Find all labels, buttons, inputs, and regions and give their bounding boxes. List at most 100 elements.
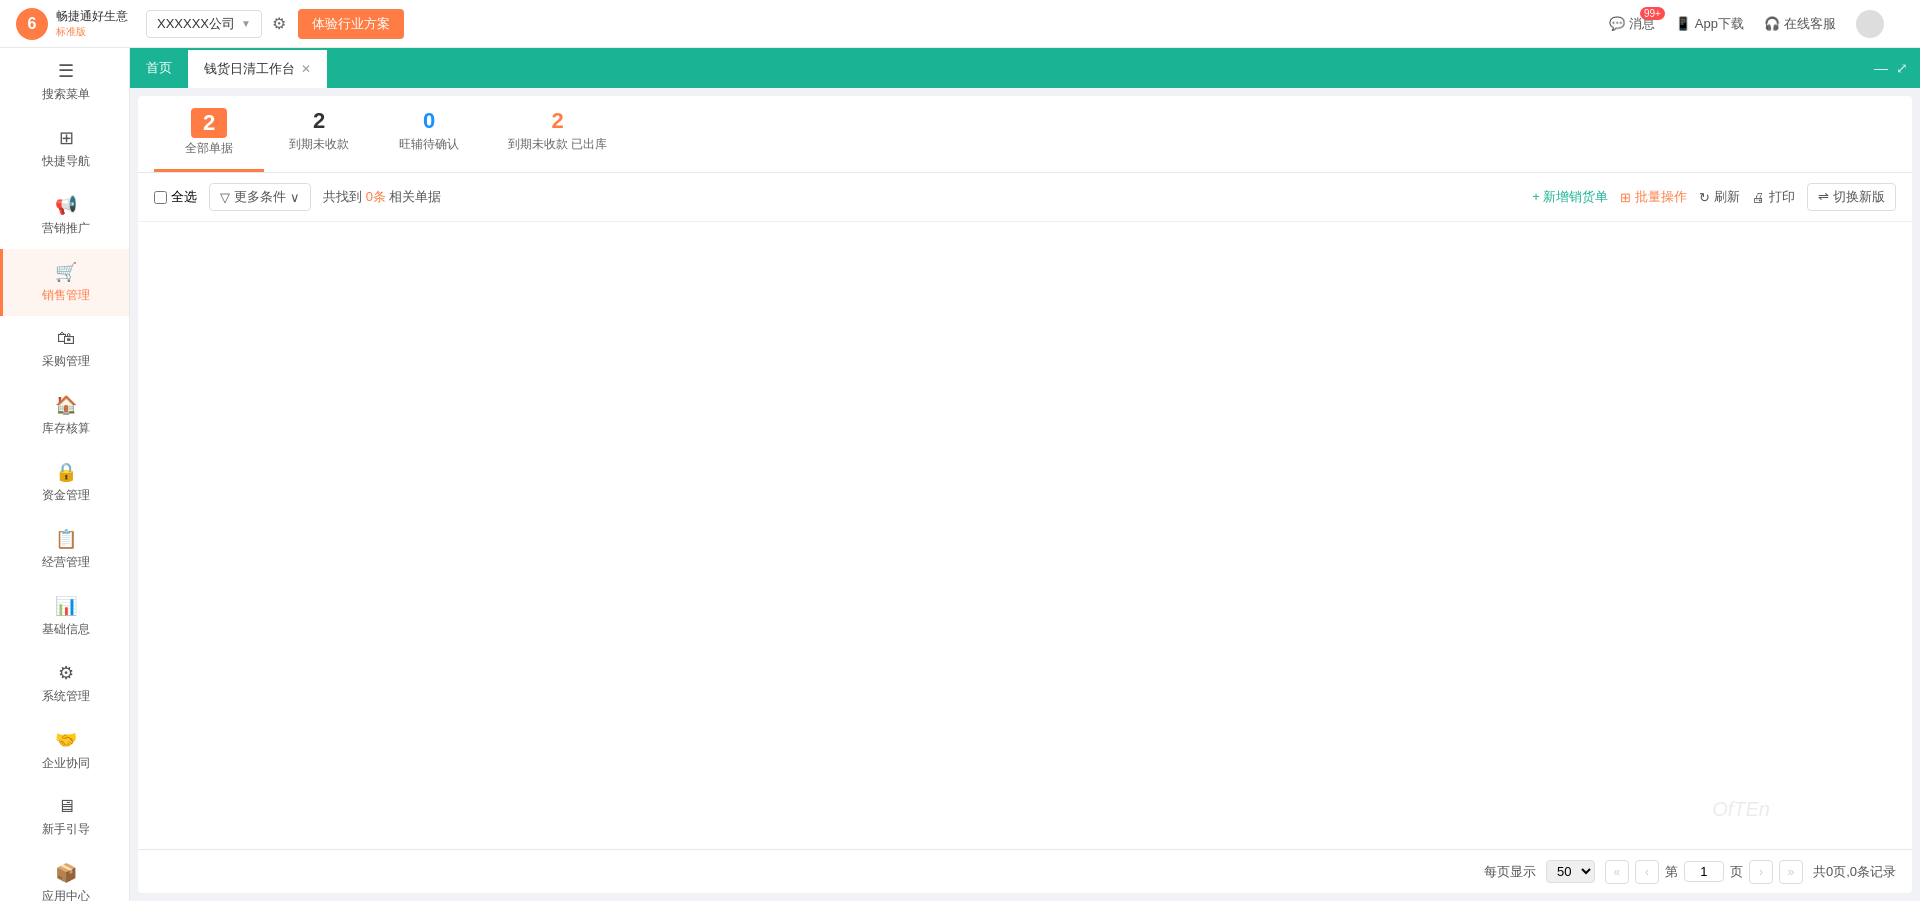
sidebar-label-finance: 资金管理 — [42, 487, 90, 504]
last-page-button[interactable]: » — [1779, 860, 1803, 884]
stat-tab-pending[interactable]: 0 旺辅待确认 — [374, 96, 484, 172]
sidebar-label-search: 搜索菜单 — [42, 86, 90, 103]
print-button[interactable]: 🖨 打印 — [1752, 188, 1795, 206]
app-download-button[interactable]: 📱 App下载 — [1675, 15, 1744, 33]
switch-version-button[interactable]: ⇌ 切换新版 — [1807, 183, 1896, 211]
sidebar-label-purchase: 采购管理 — [42, 353, 90, 370]
filter-icon: ▽ — [220, 190, 230, 205]
tab-home-label: 首页 — [146, 59, 172, 77]
stat-label-overdue: 到期未收款 — [289, 136, 349, 153]
sidebar-label-app-center: 应用中心 — [42, 888, 90, 901]
operations-icon: 📋 — [55, 528, 77, 550]
sidebar-item-guide[interactable]: 🖥 新手引导 — [0, 784, 129, 850]
prev-page-button[interactable]: ‹ — [1635, 860, 1659, 884]
sidebar-label-marketing: 营销推广 — [42, 220, 90, 237]
marketing-icon: 📢 — [55, 194, 77, 216]
sidebar-item-inventory[interactable]: 🏠 库存核算 — [0, 382, 129, 449]
sales-icon: 🛒 — [55, 261, 77, 283]
avatar[interactable] — [1856, 10, 1884, 38]
batch-operations-button[interactable]: ⊞ 批量操作 — [1620, 188, 1687, 206]
page-number-input[interactable] — [1684, 861, 1724, 882]
tab-bar: 首页 钱货日清工作台 ✕ — ⤢ — [130, 48, 1920, 88]
tab-bar-right: — ⤢ — [1874, 60, 1920, 76]
stat-num-all: 2 — [191, 108, 227, 138]
sidebar-item-enterprise[interactable]: 🤝 企业协同 — [0, 717, 129, 784]
sidebar-item-app-center[interactable]: 📦 应用中心 — [0, 850, 129, 901]
refresh-icon: ↻ — [1699, 190, 1710, 205]
tab-close-icon[interactable]: ✕ — [301, 62, 311, 76]
logo-area: 6 畅捷通好生意 标准版 — [16, 8, 146, 40]
finance-icon: 🔒 — [55, 461, 77, 483]
maximize-icon[interactable]: ⤢ — [1896, 60, 1908, 76]
table-area — [138, 222, 1912, 849]
chevron-down-icon: ▼ — [241, 18, 251, 29]
sidebar-label-quick-nav: 快捷导航 — [42, 153, 90, 170]
stat-tab-shipped[interactable]: 2 到期未收款 已出库 — [484, 96, 631, 172]
pagination: « ‹ 第 页 › » — [1605, 860, 1803, 884]
layout: ☰ 搜索菜单 ⊞ 快捷导航 📢 营销推广 🛒 销售管理 🛍 采购管理 🏠 库存核… — [0, 48, 1920, 901]
top-header: 6 畅捷通好生意 标准版 XXXXXX公司 ▼ ⚙ 体验行业方案 💬 消息 99… — [0, 0, 1920, 48]
guide-icon: 🖥 — [57, 796, 75, 817]
print-icon: 🖨 — [1752, 190, 1765, 205]
message-button[interactable]: 💬 消息 99+ — [1609, 15, 1655, 33]
tab-cash-daily[interactable]: 钱货日清工作台 ✕ — [188, 48, 327, 88]
add-sales-order-button[interactable]: + 新增销货单 — [1532, 188, 1608, 206]
sidebar-item-search[interactable]: ☰ 搜索菜单 — [0, 48, 129, 115]
service-icon: 🎧 — [1764, 16, 1780, 31]
total-records: 共0页,0条记录 — [1813, 863, 1896, 881]
sidebar-item-operations[interactable]: 📋 经营管理 — [0, 516, 129, 583]
page-suffix: 页 — [1730, 863, 1743, 881]
sidebar-item-system[interactable]: ⚙ 系统管理 — [0, 650, 129, 717]
toolbar: 全选 ▽ 更多条件 ∨ 共找到 0条 相关单据 + 新增销货单 — [138, 173, 1912, 222]
filter-button[interactable]: ▽ 更多条件 ∨ — [209, 183, 311, 211]
sidebar-item-purchase[interactable]: 🛍 采购管理 — [0, 316, 129, 382]
sidebar-label-inventory: 库存核算 — [42, 420, 90, 437]
stat-num-shipped: 2 — [552, 108, 564, 134]
tab-cash-daily-label: 钱货日清工作台 — [204, 60, 295, 78]
gear-icon[interactable]: ⚙ — [272, 14, 286, 33]
select-all-input[interactable] — [154, 191, 167, 204]
inventory-icon: 🏠 — [55, 394, 77, 416]
logo-icon: 6 — [16, 8, 48, 40]
select-all-checkbox[interactable]: 全选 — [154, 188, 197, 206]
minimize-icon[interactable]: — — [1874, 60, 1888, 76]
company-name: XXXXXX公司 — [157, 15, 235, 33]
chevron-filter-icon: ∨ — [290, 190, 300, 205]
sidebar-item-finance[interactable]: 🔒 资金管理 — [0, 449, 129, 516]
sidebar-item-marketing[interactable]: 📢 营销推广 — [0, 182, 129, 249]
page-prefix: 第 — [1665, 863, 1678, 881]
stat-label-all: 全部单据 — [185, 140, 233, 157]
found-text: 共找到 0条 相关单据 — [323, 188, 441, 206]
online-service-button[interactable]: 🎧 在线客服 — [1764, 15, 1836, 33]
search-icon: ☰ — [58, 60, 74, 82]
sidebar-label-base-info: 基础信息 — [42, 621, 90, 638]
enterprise-icon: 🤝 — [55, 729, 77, 751]
message-badge: 99+ — [1640, 7, 1665, 20]
batch-icon: ⊞ — [1620, 190, 1631, 205]
stats-tabs: 2 全部单据 2 到期未收款 0 旺辅待确认 2 到期未收款 已出库 — [138, 96, 1912, 173]
per-page-select[interactable]: 50 — [1546, 860, 1595, 883]
stat-tab-all[interactable]: 2 全部单据 — [154, 96, 264, 172]
quick-nav-icon: ⊞ — [59, 127, 74, 149]
content-area: 2 全部单据 2 到期未收款 0 旺辅待确认 2 到期未收款 已出库 — [138, 96, 1912, 893]
sidebar-item-quick-nav[interactable]: ⊞ 快捷导航 — [0, 115, 129, 182]
first-page-button[interactable]: « — [1605, 860, 1629, 884]
stat-tab-overdue[interactable]: 2 到期未收款 — [264, 96, 374, 172]
next-page-button[interactable]: › — [1749, 860, 1773, 884]
stat-label-pending: 旺辅待确认 — [399, 136, 459, 153]
sidebar-label-operations: 经营管理 — [42, 554, 90, 571]
stat-label-shipped: 到期未收款 已出库 — [508, 136, 607, 153]
refresh-button[interactable]: ↻ 刷新 — [1699, 188, 1740, 206]
sidebar-item-base-info[interactable]: 📊 基础信息 — [0, 583, 129, 650]
download-icon: 📱 — [1675, 16, 1691, 31]
sidebar: ☰ 搜索菜单 ⊞ 快捷导航 📢 营销推广 🛒 销售管理 🛍 采购管理 🏠 库存核… — [0, 48, 130, 901]
logo-text: 畅捷通好生意 标准版 — [56, 8, 128, 39]
experience-button[interactable]: 体验行业方案 — [298, 9, 404, 39]
company-selector[interactable]: XXXXXX公司 ▼ — [146, 10, 262, 38]
toolbar-right: + 新增销货单 ⊞ 批量操作 ↻ 刷新 🖨 打印 ⇌ — [1532, 183, 1896, 211]
tab-home[interactable]: 首页 — [130, 48, 188, 88]
sidebar-item-sales[interactable]: 🛒 销售管理 — [0, 249, 129, 316]
stat-num-pending: 0 — [423, 108, 435, 134]
system-icon: ⚙ — [58, 662, 74, 684]
sidebar-label-guide: 新手引导 — [42, 821, 90, 838]
